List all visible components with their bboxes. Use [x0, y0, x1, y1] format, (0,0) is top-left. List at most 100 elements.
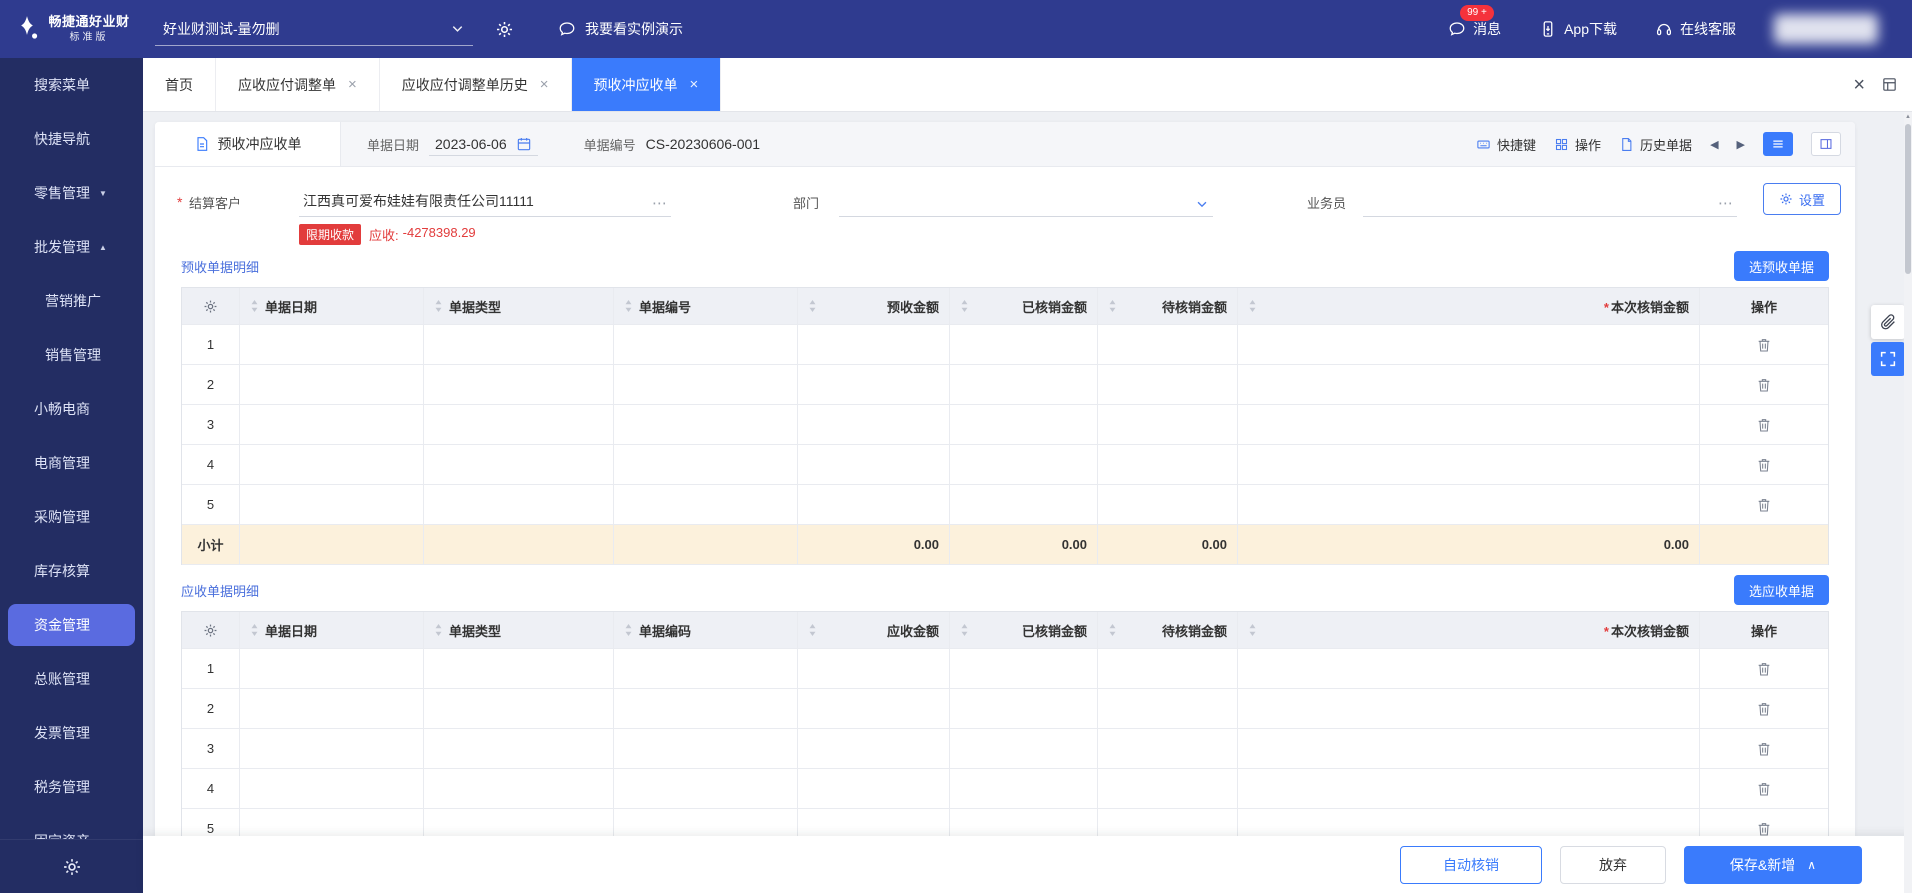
user-account-blurred[interactable]	[1774, 14, 1878, 44]
salesman-field[interactable]: ⋯	[1363, 187, 1737, 217]
messages-button[interactable]: 99 + 消息	[1448, 5, 1501, 39]
sort-icon[interactable]	[1108, 623, 1117, 637]
table-cell[interactable]	[614, 445, 798, 484]
attachment-button[interactable]	[1871, 305, 1905, 339]
table-cell[interactable]	[798, 405, 950, 444]
sidebar-item-6[interactable]: 小畅电商	[0, 382, 143, 436]
column-header-0-4[interactable]: 已核销金额	[950, 288, 1098, 324]
column-header-1-3[interactable]: 应收金额	[798, 612, 950, 648]
tab-3[interactable]: 预收冲应收单 ×	[571, 58, 722, 111]
tab-2[interactable]: 应收应付调整单历史 ×	[380, 58, 572, 111]
gear-icon[interactable]	[203, 623, 218, 638]
gear-icon[interactable]	[203, 299, 218, 314]
discard-button[interactable]: 放弃	[1560, 845, 1666, 884]
tab-1[interactable]: 应收应付调整单 ×	[216, 58, 380, 111]
table-cell[interactable]	[614, 365, 798, 404]
org-selector[interactable]: 好业财测试-量勿删	[155, 12, 473, 46]
page-scrollbar[interactable]: ▲	[1904, 112, 1912, 893]
chevron-down-icon[interactable]	[1195, 197, 1209, 211]
column-header-0-2[interactable]: 单据编号	[614, 288, 798, 324]
delete-row-icon[interactable]	[1756, 497, 1772, 513]
tab-0[interactable]: 首页	[143, 58, 216, 111]
window-layout-icon[interactable]	[1881, 76, 1898, 93]
table-cell[interactable]	[798, 445, 950, 484]
column-header-1-5[interactable]: 待核销金额	[1098, 612, 1238, 648]
table-cell[interactable]	[1238, 405, 1700, 444]
table-cell[interactable]	[1238, 365, 1700, 404]
topbar-gear-icon[interactable]	[495, 20, 514, 39]
sidebar-item-10[interactable]: 资金管理	[8, 604, 135, 646]
sort-icon[interactable]	[250, 299, 259, 313]
table-cell[interactable]	[424, 365, 614, 404]
table-cell[interactable]	[424, 325, 614, 364]
scrollbar-thumb[interactable]	[1905, 124, 1911, 274]
sort-icon[interactable]	[250, 623, 259, 637]
table-cell[interactable]	[424, 689, 614, 728]
settings-button[interactable]: 设置	[1763, 183, 1841, 215]
table-cell[interactable]	[1238, 689, 1700, 728]
panel-view-toggle[interactable]	[1811, 132, 1841, 156]
table-cell[interactable]	[240, 405, 424, 444]
table-cell[interactable]	[950, 405, 1098, 444]
table-cell[interactable]	[240, 649, 424, 688]
table-cell[interactable]	[1098, 365, 1238, 404]
column-header-0-5[interactable]: 待核销金额	[1098, 288, 1238, 324]
table-cell[interactable]	[240, 325, 424, 364]
column-header-1-0[interactable]: 单据日期	[240, 612, 424, 648]
table-cell[interactable]	[240, 729, 424, 768]
select-prepay-docs-button[interactable]: 选预收单据	[1733, 251, 1829, 281]
chevron-left-icon[interactable]: ◀	[1710, 138, 1718, 151]
sidebar-item-1[interactable]: 快捷导航	[0, 112, 143, 166]
auto-verify-button[interactable]: 自动核销	[1400, 845, 1542, 884]
table-cell[interactable]	[950, 769, 1098, 808]
tab-close-icon[interactable]: ×	[348, 77, 357, 92]
table-cell[interactable]	[424, 729, 614, 768]
date-input[interactable]: 2023-06-06	[429, 133, 538, 156]
table-cell[interactable]	[424, 485, 614, 524]
sidebar-item-11[interactable]: 总账管理	[0, 652, 143, 706]
select-receivable-docs-button[interactable]: 选应收单据	[1733, 575, 1829, 605]
sidebar-item-3[interactable]: 批发管理 ▲	[0, 220, 143, 274]
sidebar-item-0[interactable]: 搜索菜单	[0, 58, 143, 112]
delete-row-icon[interactable]	[1756, 457, 1772, 473]
ellipsis-icon[interactable]: ⋯	[652, 196, 667, 211]
sidebar-item-2[interactable]: 零售管理 ▼	[0, 166, 143, 220]
column-header-1-4[interactable]: 已核销金额	[950, 612, 1098, 648]
delete-row-icon[interactable]	[1756, 741, 1772, 757]
table-cell[interactable]	[950, 485, 1098, 524]
table-cell[interactable]	[1098, 485, 1238, 524]
table-cell[interactable]	[1238, 649, 1700, 688]
close-all-tabs-button[interactable]: ×	[1853, 75, 1865, 95]
sidebar-item-7[interactable]: 电商管理	[0, 436, 143, 490]
save-and-new-button[interactable]: 保存&新增 ∧	[1684, 845, 1862, 884]
table-cell[interactable]	[798, 365, 950, 404]
ellipsis-icon[interactable]: ⋯	[1718, 196, 1733, 211]
form-title-tab[interactable]: 预收冲应收单	[155, 122, 341, 166]
table-cell[interactable]	[614, 769, 798, 808]
table-cell[interactable]	[614, 405, 798, 444]
table-cell[interactable]	[240, 769, 424, 808]
delete-row-icon[interactable]	[1756, 417, 1772, 433]
sidebar-item-4[interactable]: 营销推广	[0, 274, 143, 328]
column-header-0-0[interactable]: 单据日期	[240, 288, 424, 324]
table-cell[interactable]	[614, 325, 798, 364]
sidebar-item-5[interactable]: 销售管理	[0, 328, 143, 382]
table-cell[interactable]	[1238, 325, 1700, 364]
table-cell[interactable]	[950, 365, 1098, 404]
column-header-0-3[interactable]: 预收金额	[798, 288, 950, 324]
table-cell[interactable]	[240, 485, 424, 524]
table-cell[interactable]	[798, 649, 950, 688]
table-cell[interactable]	[1098, 325, 1238, 364]
sort-icon[interactable]	[960, 299, 969, 313]
table-cell[interactable]	[950, 689, 1098, 728]
table-cell[interactable]	[798, 769, 950, 808]
sidebar-settings-button[interactable]	[0, 839, 143, 893]
sidebar-item-12[interactable]: 发票管理	[0, 706, 143, 760]
sidebar-item-8[interactable]: 采购管理	[0, 490, 143, 544]
sort-icon[interactable]	[434, 623, 443, 637]
scroll-up-arrow[interactable]: ▲	[1904, 112, 1912, 122]
sort-icon[interactable]	[960, 623, 969, 637]
column-header-1-2[interactable]: 单据编码	[614, 612, 798, 648]
column-header-0-6[interactable]: * 本次核销金额	[1238, 288, 1700, 324]
table-cell[interactable]	[1098, 405, 1238, 444]
